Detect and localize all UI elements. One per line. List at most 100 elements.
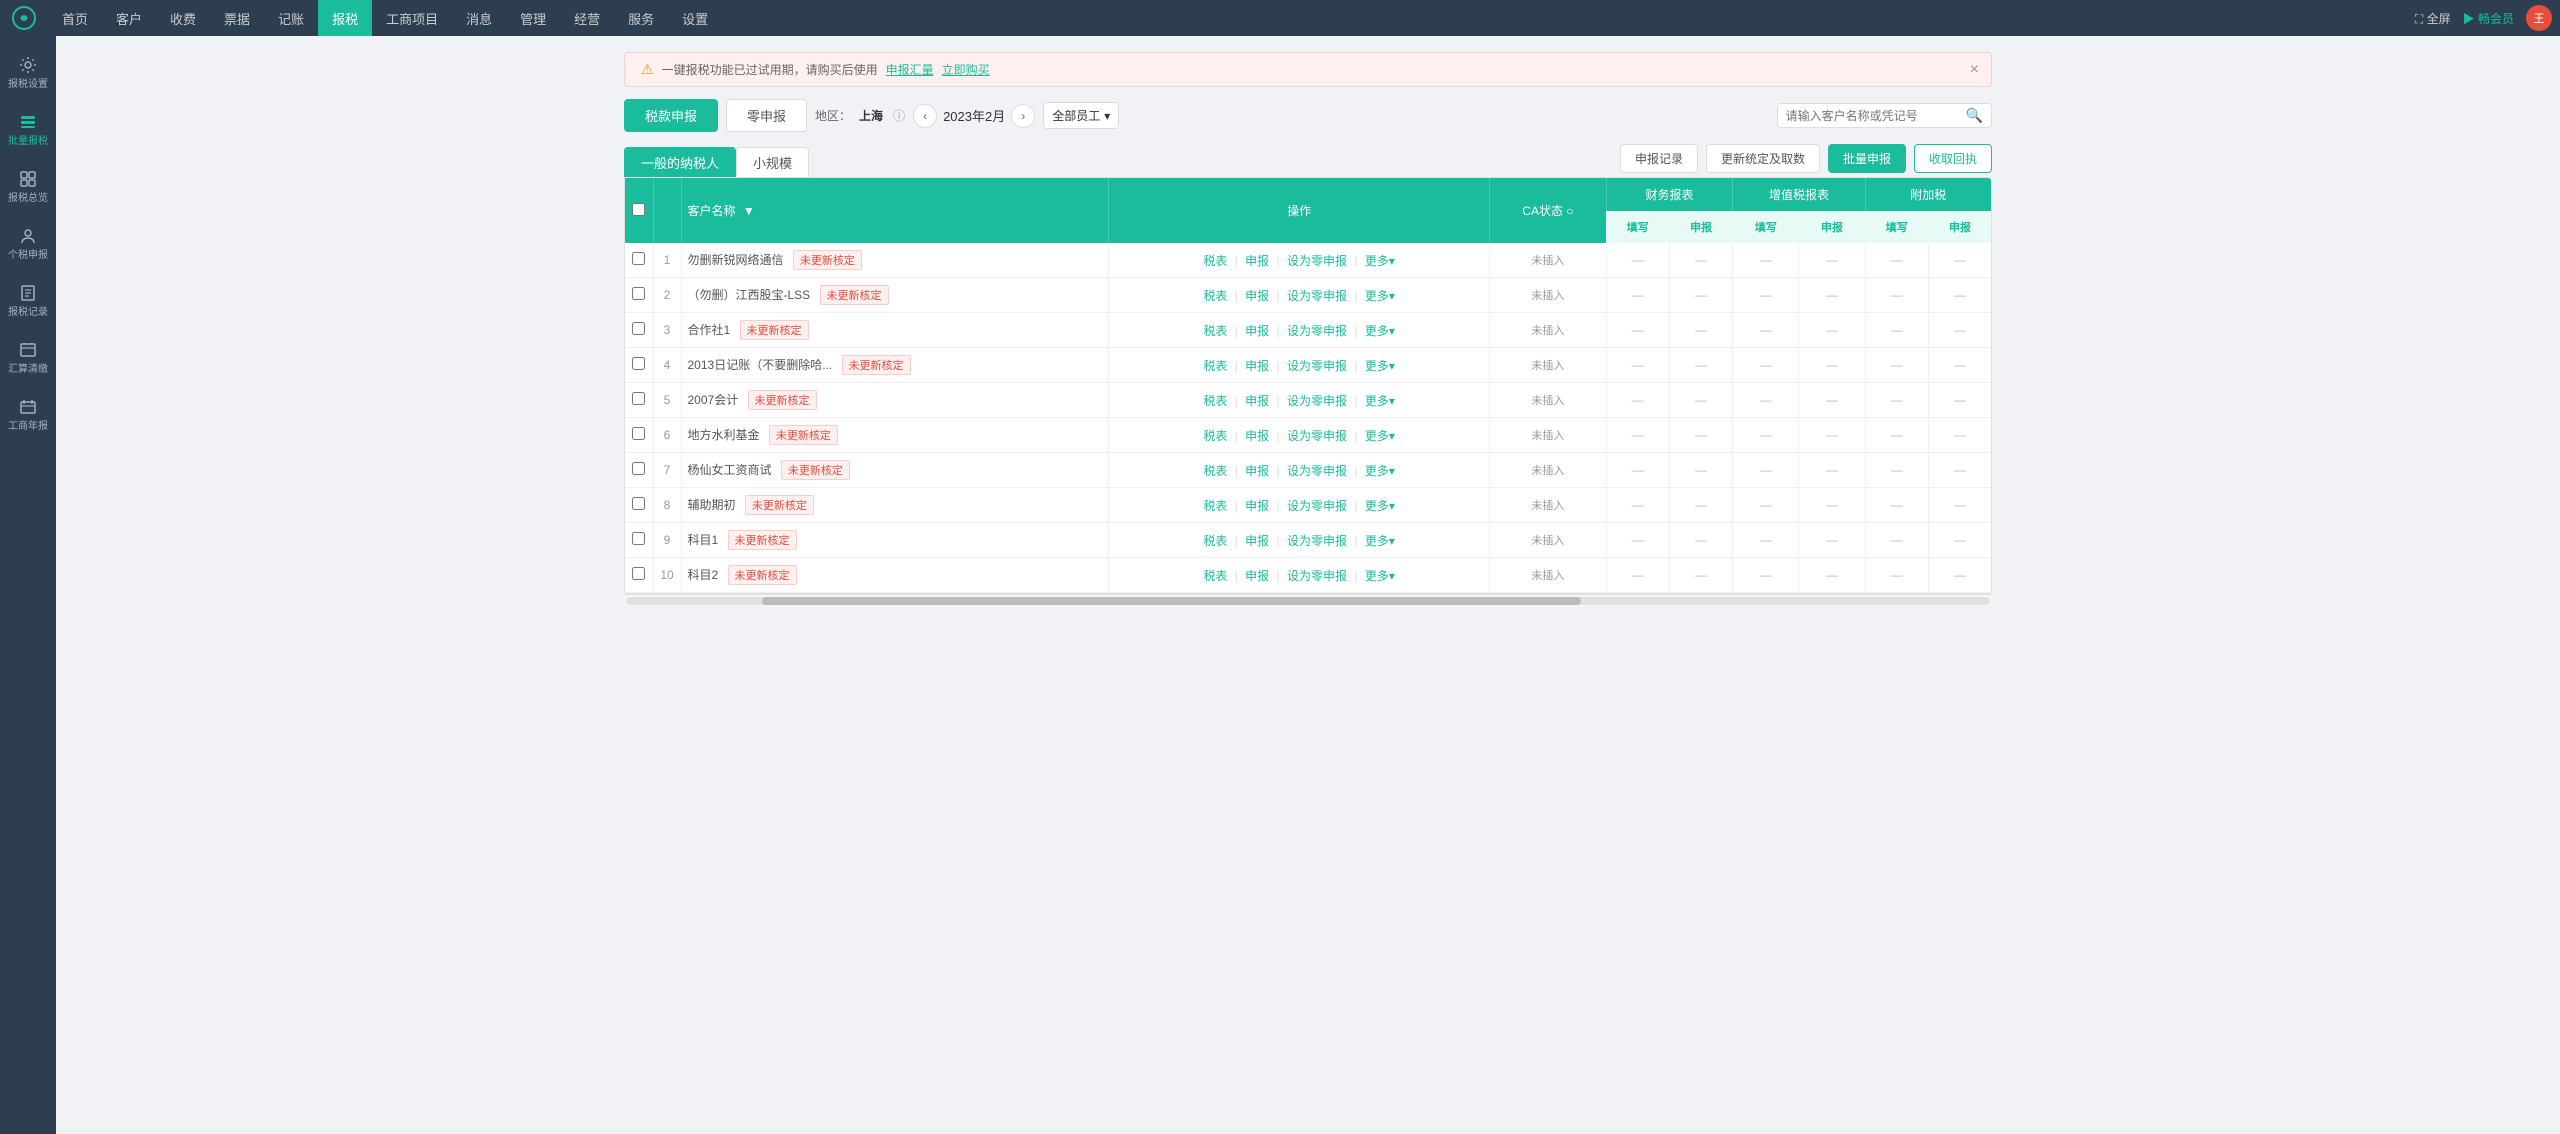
op-set-zero[interactable]: 设为零申报 [1287,429,1347,443]
op-more[interactable]: 更多▾ [1365,464,1395,478]
sort-icon[interactable]: ▼ [743,204,755,218]
date-text: 2023年2月 [943,106,1005,125]
op-set-zero[interactable]: 设为零申报 [1287,499,1347,513]
nav-settings[interactable]: 设置 [668,0,722,36]
op-more[interactable]: 更多▾ [1365,429,1395,443]
action-buttons: 申报记录 更新统定及取数 批量申报 收取回执 [1620,144,1992,173]
op-set-zero[interactable]: 设为零申报 [1287,394,1347,408]
op-more[interactable]: 更多▾ [1365,324,1395,338]
op-more[interactable]: 更多▾ [1365,499,1395,513]
notice-close-btn[interactable]: × [1970,61,1979,79]
date-prev-btn[interactable]: ‹ [913,104,937,128]
row-add-fill: — [1865,383,1928,418]
op-set-zero[interactable]: 设为零申报 [1287,569,1347,583]
nav-fee[interactable]: 收费 [156,0,210,36]
notice-link2[interactable]: 立即购买 [942,61,990,78]
sidebar-item-settlement[interactable]: 汇算清缴 [0,329,56,386]
op-more[interactable]: 更多▾ [1365,254,1395,268]
op-declare[interactable]: 申报 [1245,569,1269,583]
op-tax-table[interactable]: 税表 [1203,499,1227,513]
dept-select[interactable]: 全部员工 ▾ [1043,102,1119,129]
op-more[interactable]: 更多▾ [1365,569,1395,583]
row-checkbox[interactable] [632,322,645,335]
op-declare[interactable]: 申报 [1245,254,1269,268]
op-tax-table[interactable]: 税表 [1203,394,1227,408]
row-checkbox[interactable] [632,392,645,405]
row-checkbox[interactable] [632,357,645,370]
row-add-fill: — [1865,453,1928,488]
row-checkbox[interactable] [632,462,645,475]
row-checkbox[interactable] [632,532,645,545]
tab-tax-declaration[interactable]: 税款申报 [624,99,718,132]
nav-account[interactable]: 记账 [264,0,318,36]
op-more[interactable]: 更多▾ [1365,359,1395,373]
op-declare[interactable]: 申报 [1245,499,1269,513]
fullscreen-btn[interactable]: ⛶ 全屏 [2415,10,2451,27]
sidebar-item-overview[interactable]: 报税总览 [0,158,56,215]
op-tax-table[interactable]: 税表 [1203,289,1227,303]
sidebar-item-batch-tax[interactable]: 批量报税 [0,101,56,158]
personal-tax-icon [17,225,39,247]
sidebar-item-annual[interactable]: 工商年报 [0,386,56,443]
update-stats-btn[interactable]: 更新统定及取数 [1706,144,1820,173]
member-btn[interactable]: ▶ 畅会员 [2463,10,2514,27]
op-set-zero[interactable]: 设为零申报 [1287,254,1347,268]
sidebar-item-record[interactable]: 报税记录 [0,272,56,329]
nav-message[interactable]: 消息 [452,0,506,36]
date-next-btn[interactable]: › [1011,104,1035,128]
nav-business[interactable]: 工商项目 [372,0,452,36]
op-tax-table[interactable]: 税表 [1203,464,1227,478]
op-declare[interactable]: 申报 [1245,324,1269,338]
row-checkbox[interactable] [632,567,645,580]
avatar[interactable]: 王 [2526,5,2552,31]
ca-filter-icon[interactable]: ○ [1566,204,1573,218]
nav-customer[interactable]: 客户 [102,0,156,36]
logo[interactable] [8,2,40,34]
op-tax-table[interactable]: 税表 [1203,359,1227,373]
tab-small-scale[interactable]: 小规模 [736,147,809,177]
search-icon[interactable]: 🔍 [1966,107,1983,124]
op-set-zero[interactable]: 设为零申报 [1287,324,1347,338]
op-more[interactable]: 更多▾ [1365,289,1395,303]
op-tax-table[interactable]: 税表 [1203,254,1227,268]
nav-tax[interactable]: 报税 [318,0,372,36]
row-checkbox[interactable] [632,252,645,265]
op-set-zero[interactable]: 设为零申报 [1287,534,1347,548]
op-tax-table[interactable]: 税表 [1203,569,1227,583]
collect-receipt-btn[interactable]: 收取回执 [1914,144,1992,173]
nav-invoice[interactable]: 票据 [210,0,264,36]
row-ca-status: 未插入 [1490,488,1606,523]
op-declare[interactable]: 申报 [1245,534,1269,548]
declare-record-btn[interactable]: 申报记录 [1620,144,1698,173]
search-input[interactable] [1786,109,1966,123]
op-more[interactable]: 更多▾ [1365,394,1395,408]
nav-service[interactable]: 服务 [614,0,668,36]
op-declare[interactable]: 申报 [1245,464,1269,478]
op-declare[interactable]: 申报 [1245,429,1269,443]
row-checkbox[interactable] [632,427,645,440]
sidebar-item-tax-settings[interactable]: 报税设置 [0,44,56,101]
op-tax-table[interactable]: 税表 [1203,429,1227,443]
row-name: 勿删新锐网络通信 未更新核定 [681,243,1108,278]
nav-manage[interactable]: 管理 [506,0,560,36]
op-declare[interactable]: 申报 [1245,394,1269,408]
row-checkbox[interactable] [632,287,645,300]
notice-link1[interactable]: 申报汇量 [886,61,934,78]
op-set-zero[interactable]: 设为零申报 [1287,359,1347,373]
row-tax-fill: — [1733,243,1799,278]
nav-operation[interactable]: 经营 [560,0,614,36]
op-declare[interactable]: 申报 [1245,289,1269,303]
op-more[interactable]: 更多▾ [1365,534,1395,548]
op-set-zero[interactable]: 设为零申报 [1287,289,1347,303]
op-tax-table[interactable]: 税表 [1203,324,1227,338]
tab-general-taxpayer[interactable]: 一般的纳税人 [624,147,736,177]
tab-zero-declaration[interactable]: 零申报 [726,99,807,132]
op-declare[interactable]: 申报 [1245,359,1269,373]
op-set-zero[interactable]: 设为零申报 [1287,464,1347,478]
sidebar-item-personal-tax[interactable]: 个税申报 [0,215,56,272]
batch-declare-btn[interactable]: 批量申报 [1828,144,1906,173]
nav-home[interactable]: 首页 [48,0,102,36]
select-all-checkbox[interactable] [632,203,645,216]
op-tax-table[interactable]: 税表 [1203,534,1227,548]
row-checkbox[interactable] [632,497,645,510]
